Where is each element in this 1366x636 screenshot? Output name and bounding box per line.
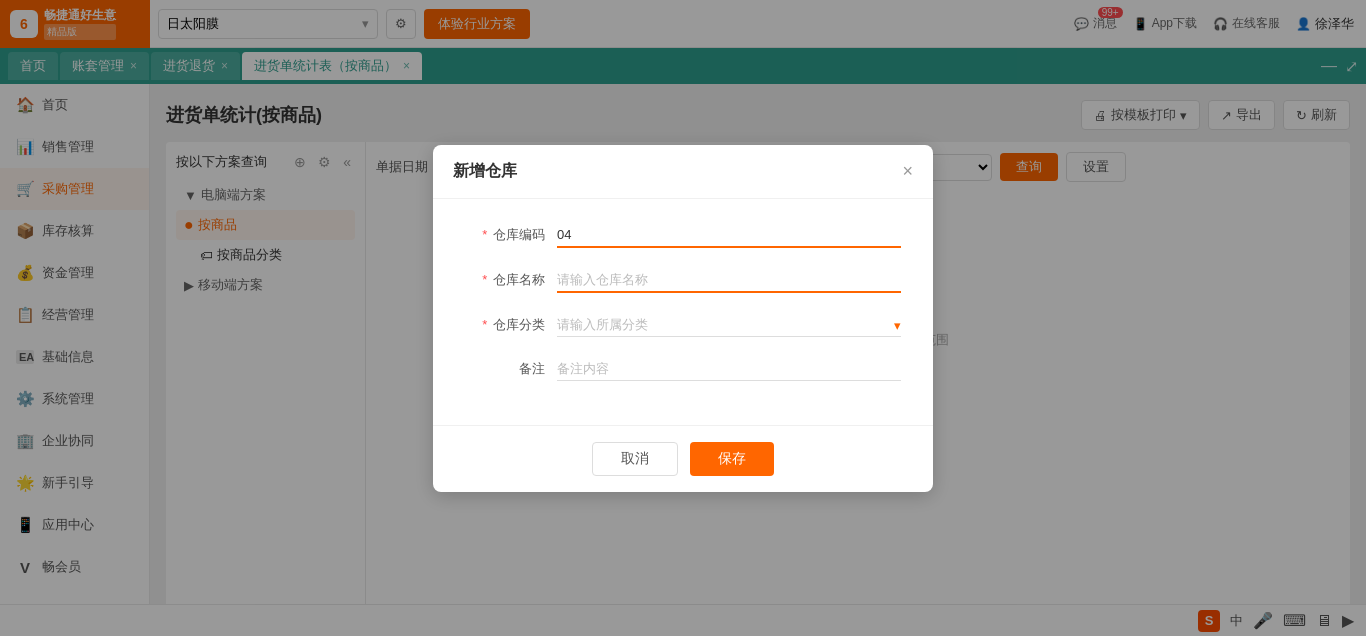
required-mark-category: * [482,317,487,332]
form-row-category: * 仓库分类 请输入所属分类 ▾ [465,313,901,337]
modal-overlay: 新增仓库 × * 仓库编码 * 仓库名称 [0,0,1366,636]
save-button[interactable]: 保存 [690,442,774,476]
dialog-footer: 取消 保存 [433,425,933,492]
note-label: 备注 [465,360,545,378]
category-select-wrap: 请输入所属分类 ▾ [557,313,901,337]
dialog-body: * 仓库编码 * 仓库名称 * 仓库分类 [433,199,933,425]
name-input[interactable] [557,268,901,293]
dialog-close-button[interactable]: × [902,161,913,182]
name-label: * 仓库名称 [465,271,545,289]
code-input[interactable] [557,223,901,248]
cancel-button[interactable]: 取消 [592,442,678,476]
new-warehouse-dialog: 新增仓库 × * 仓库编码 * 仓库名称 [433,145,933,492]
code-label: * 仓库编码 [465,226,545,244]
dialog-header: 新增仓库 × [433,145,933,199]
category-select[interactable]: 请输入所属分类 [557,313,901,337]
note-input[interactable] [557,357,901,381]
dialog-title: 新增仓库 [453,161,517,182]
form-row-name: * 仓库名称 [465,268,901,293]
form-row-note: 备注 [465,357,901,381]
category-label: * 仓库分类 [465,316,545,334]
form-row-code: * 仓库编码 [465,223,901,248]
required-mark-name: * [482,272,487,287]
required-mark-code: * [482,227,487,242]
